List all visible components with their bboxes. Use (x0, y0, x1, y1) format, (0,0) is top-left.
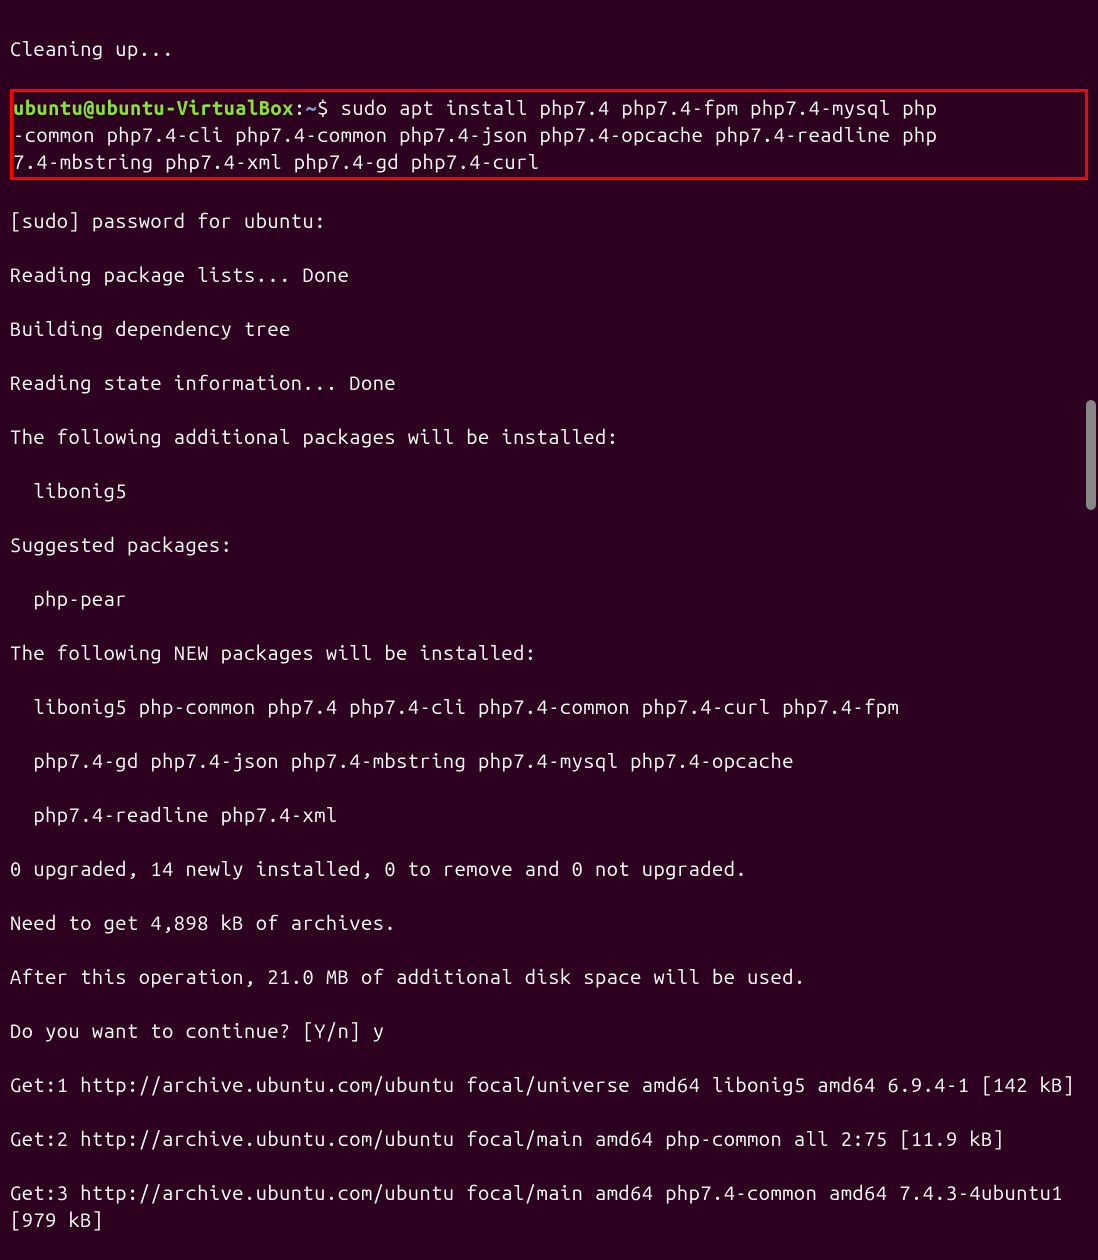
output-line: Building dependency tree (10, 315, 1088, 342)
command-text-l3: 7.4-mbstring php7.4-xml php7.4-gd php7.4… (13, 150, 540, 173)
output-line: Need to get 4,898 kB of archives. (10, 909, 1088, 936)
output-line: libonig5 (10, 477, 1088, 504)
prompt-user: ubuntu@ubuntu-VirtualBox (13, 96, 294, 119)
output-line: The following additional packages will b… (10, 423, 1088, 450)
output-line: Get:3 http://archive.ubuntu.com/ubuntu f… (10, 1179, 1088, 1233)
command-text-l1: sudo apt install php7.4 php7.4-fpm php7.… (341, 96, 938, 119)
output-line: Reading package lists... Done (10, 261, 1088, 288)
output-line: libonig5 php-common php7.4 php7.4-cli ph… (10, 693, 1088, 720)
output-line: Do you want to continue? [Y/n] y (10, 1017, 1088, 1044)
output-line: php7.4-gd php7.4-json php7.4-mbstring ph… (10, 747, 1088, 774)
output-line: Reading state information... Done (10, 369, 1088, 396)
output-line: Suggested packages: (10, 531, 1088, 558)
highlighted-command-box: ubuntu@ubuntu-VirtualBox:~$ sudo apt ins… (10, 89, 1088, 180)
output-line: The following NEW packages will be insta… (10, 639, 1088, 666)
output-line: Cleaning up... (10, 35, 1088, 62)
output-line: php7.4-readline php7.4-xml (10, 801, 1088, 828)
output-line: Get:2 http://archive.ubuntu.com/ubuntu f… (10, 1125, 1088, 1152)
output-line: Get:1 http://archive.ubuntu.com/ubuntu f… (10, 1071, 1088, 1098)
output-line: 0 upgraded, 14 newly installed, 0 to rem… (10, 855, 1088, 882)
prompt-colon: : (294, 96, 306, 119)
output-line: [sudo] password for ubuntu: (10, 207, 1088, 234)
prompt-path: ~ (306, 96, 318, 119)
output-line: php-pear (10, 585, 1088, 612)
command-text-l2: -common php7.4-cli php7.4-common php7.4-… (13, 123, 937, 146)
terminal-output[interactable]: Cleaning up... ubuntu@ubuntu-VirtualBox:… (10, 8, 1088, 1260)
prompt-dollar: $ (317, 96, 340, 119)
output-line: After this operation, 21.0 MB of additio… (10, 963, 1088, 990)
scrollbar-thumb[interactable] (1086, 400, 1096, 510)
